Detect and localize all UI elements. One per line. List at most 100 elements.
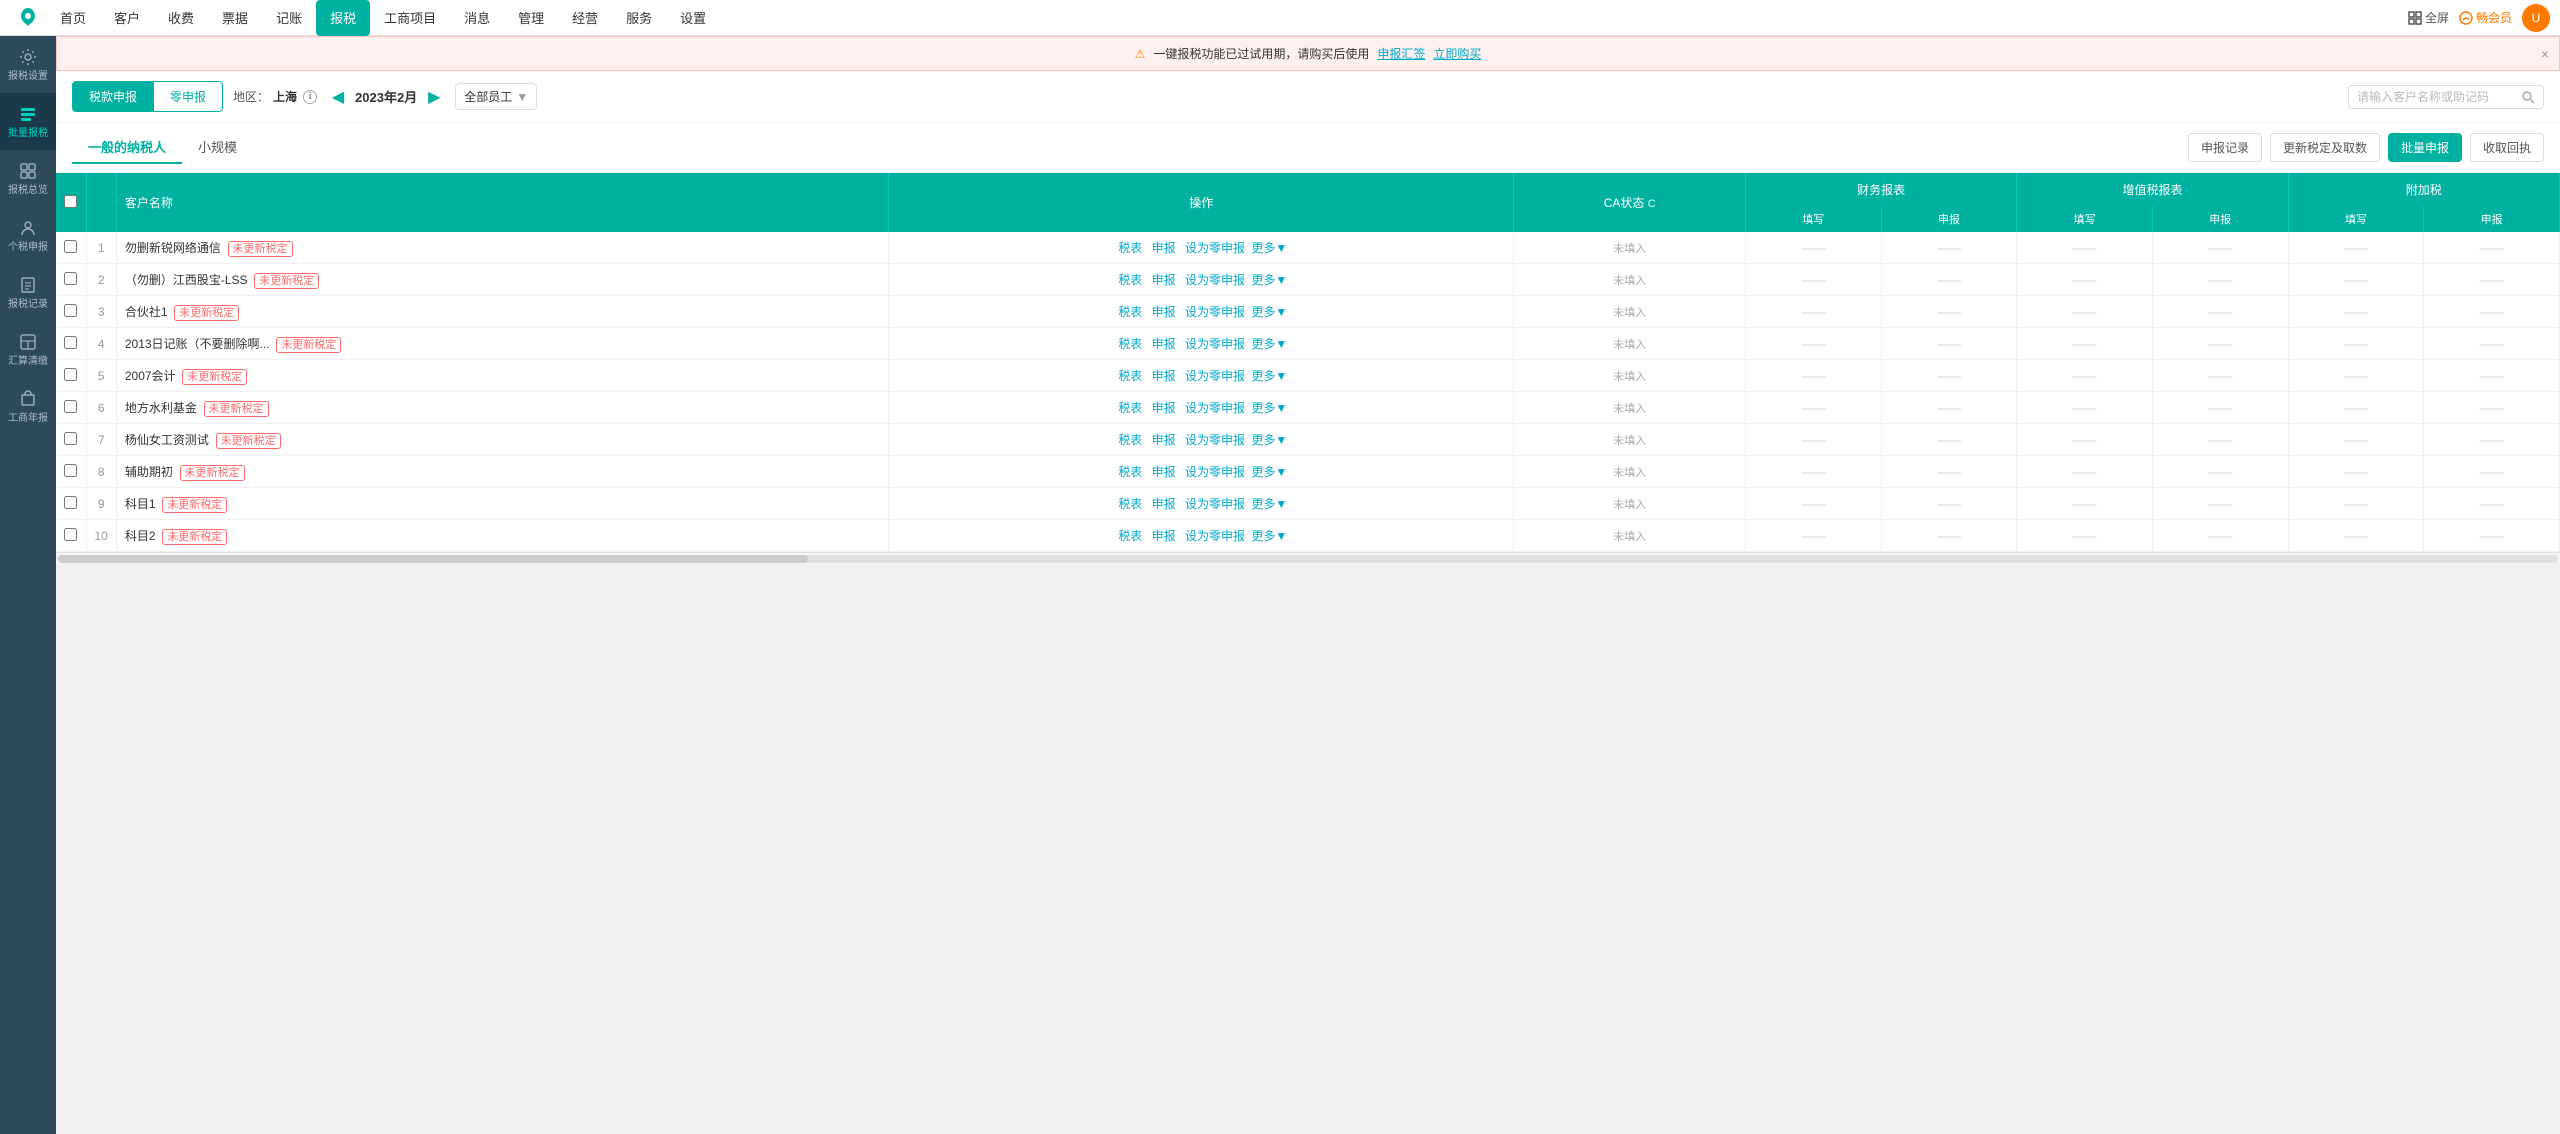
row-op-declare-3[interactable]: 申报 [1152, 337, 1176, 351]
nav-operation[interactable]: 经营 [558, 0, 612, 36]
row-op-more-2[interactable]: 更多▼ [1251, 305, 1287, 319]
row-op-zerodeclare-5[interactable]: 设为零申报 [1185, 401, 1245, 415]
row-op-taxform-8[interactable]: 税表 [1118, 497, 1142, 511]
row-op-more-8[interactable]: 更多▼ [1251, 497, 1287, 511]
row-tag-1[interactable]: 未更新税定 [254, 273, 319, 289]
row-op-zerodeclare-4[interactable]: 设为零申报 [1185, 369, 1245, 383]
row-op-taxform-0[interactable]: 税表 [1118, 241, 1142, 255]
row-op-more-1[interactable]: 更多▼ [1251, 273, 1287, 287]
row-op-more-6[interactable]: 更多▼ [1251, 433, 1287, 447]
row-checkbox-1[interactable] [64, 272, 77, 285]
row-op-more-5[interactable]: 更多▼ [1251, 401, 1287, 415]
sidebar-item-personaltax[interactable]: 个税申报 [0, 207, 56, 264]
row-tag-4[interactable]: 未更新税定 [182, 369, 247, 385]
tab-taxdeclaration[interactable]: 税款申报 [73, 82, 154, 111]
row-op-more-9[interactable]: 更多▼ [1251, 529, 1287, 543]
row-op-taxform-4[interactable]: 税表 [1118, 369, 1142, 383]
sidebar-item-calc[interactable]: 汇算清缴 [0, 321, 56, 378]
row-op-declare-2[interactable]: 申报 [1152, 305, 1176, 319]
row-op-declare-5[interactable]: 申报 [1152, 401, 1176, 415]
row-tag-8[interactable]: 未更新税定 [162, 497, 227, 513]
row-checkbox-7[interactable] [64, 464, 77, 477]
row-checkbox-2[interactable] [64, 304, 77, 317]
nav-client[interactable]: 客户 [100, 0, 154, 36]
sidebar-item-batchtax[interactable]: 批量报税 [0, 93, 56, 150]
row-checkbox-8[interactable] [64, 496, 77, 509]
fullscreen-button[interactable]: 全屏 [2408, 9, 2449, 26]
tab-zeroreport[interactable]: 零申报 [154, 82, 222, 111]
nav-message[interactable]: 消息 [450, 0, 504, 36]
row-op-zerodeclare-0[interactable]: 设为零申报 [1185, 241, 1245, 255]
collect-receipt-button[interactable]: 收取回执 [2470, 133, 2544, 162]
nav-tax[interactable]: 报税 [316, 0, 370, 36]
row-checkbox-5[interactable] [64, 400, 77, 413]
update-taxrule-button[interactable]: 更新税定及取数 [2270, 133, 2380, 162]
nav-fee[interactable]: 收费 [154, 0, 208, 36]
row-checkbox-3[interactable] [64, 336, 77, 349]
row-tag-5[interactable]: 未更新税定 [204, 401, 269, 417]
row-op-zerodeclare-6[interactable]: 设为零申报 [1185, 433, 1245, 447]
row-op-declare-4[interactable]: 申报 [1152, 369, 1176, 383]
row-checkbox-0[interactable] [64, 240, 77, 253]
nav-biz[interactable]: 工商项目 [370, 0, 450, 36]
scroll-thumb[interactable] [58, 555, 808, 563]
batch-declare-button[interactable]: 批量申报 [2388, 133, 2462, 162]
tab-general-taxpayer[interactable]: 一般的纳税人 [72, 131, 182, 164]
nav-home[interactable]: 首页 [46, 0, 100, 36]
date-next-button[interactable]: ▶ [423, 86, 445, 108]
row-checkbox-6[interactable] [64, 432, 77, 445]
row-tag-7[interactable]: 未更新税定 [180, 465, 245, 481]
banner-close-button[interactable]: × [2541, 46, 2549, 62]
row-op-zerodeclare-1[interactable]: 设为零申报 [1185, 273, 1245, 287]
sidebar-item-taxrecord[interactable]: 报税记录 [0, 264, 56, 321]
row-op-zerodeclare-2[interactable]: 设为零申报 [1185, 305, 1245, 319]
nav-service[interactable]: 服务 [612, 0, 666, 36]
row-op-taxform-1[interactable]: 税表 [1118, 273, 1142, 287]
buy-link[interactable]: 立即购买 [1433, 45, 1481, 62]
row-tag-2[interactable]: 未更新税定 [174, 305, 239, 321]
tab-small-scale[interactable]: 小规模 [182, 131, 253, 164]
search-input[interactable] [2357, 90, 2517, 104]
row-op-zerodeclare-8[interactable]: 设为零申报 [1185, 497, 1245, 511]
row-op-taxform-5[interactable]: 税表 [1118, 401, 1142, 415]
sidebar-item-taxsettings[interactable]: 报税设置 [0, 36, 56, 93]
row-op-declare-6[interactable]: 申报 [1152, 433, 1176, 447]
row-tag-0[interactable]: 未更新税定 [228, 241, 293, 257]
row-op-declare-0[interactable]: 申报 [1152, 241, 1176, 255]
row-op-taxform-6[interactable]: 税表 [1118, 433, 1142, 447]
row-op-declare-1[interactable]: 申报 [1152, 273, 1176, 287]
region-info-icon[interactable]: ℹ [303, 90, 317, 104]
select-all-checkbox[interactable] [64, 195, 77, 208]
row-op-zerodeclare-3[interactable]: 设为零申报 [1185, 337, 1245, 351]
nav-manage[interactable]: 管理 [504, 0, 558, 36]
row-checkbox-4[interactable] [64, 368, 77, 381]
shenbaohui-link[interactable]: 申报汇签 [1377, 45, 1425, 62]
nav-invoice[interactable]: 票据 [208, 0, 262, 36]
row-tag-3[interactable]: 未更新税定 [276, 337, 341, 353]
member-button[interactable]: 畅会员 [2459, 9, 2512, 26]
row-op-taxform-2[interactable]: 税表 [1118, 305, 1142, 319]
horizontal-scrollbar[interactable] [56, 552, 2560, 564]
nav-settings[interactable]: 设置 [666, 0, 720, 36]
row-op-declare-8[interactable]: 申报 [1152, 497, 1176, 511]
row-op-more-7[interactable]: 更多▼ [1251, 465, 1287, 479]
sidebar-item-bizreport[interactable]: 工商年报 [0, 378, 56, 435]
row-op-zerodeclare-7[interactable]: 设为零申报 [1185, 465, 1245, 479]
user-avatar[interactable]: U [2522, 4, 2550, 32]
row-op-declare-7[interactable]: 申报 [1152, 465, 1176, 479]
nav-account[interactable]: 记账 [262, 0, 316, 36]
row-op-more-0[interactable]: 更多▼ [1251, 241, 1287, 255]
date-prev-button[interactable]: ◀ [327, 86, 349, 108]
row-op-more-3[interactable]: 更多▼ [1251, 337, 1287, 351]
declaration-record-button[interactable]: 申报记录 [2188, 133, 2262, 162]
row-tag-9[interactable]: 未更新税定 [162, 529, 227, 545]
row-op-taxform-3[interactable]: 税表 [1118, 337, 1142, 351]
row-op-taxform-7[interactable]: 税表 [1118, 465, 1142, 479]
row-op-declare-9[interactable]: 申报 [1152, 529, 1176, 543]
row-tag-6[interactable]: 未更新税定 [216, 433, 281, 449]
staff-selector[interactable]: 全部员工 ▼ [455, 83, 537, 110]
row-op-more-4[interactable]: 更多▼ [1251, 369, 1287, 383]
sidebar-item-taxoverview[interactable]: 报税总览 [0, 150, 56, 207]
row-op-zerodeclare-9[interactable]: 设为零申报 [1185, 529, 1245, 543]
row-op-taxform-9[interactable]: 税表 [1118, 529, 1142, 543]
